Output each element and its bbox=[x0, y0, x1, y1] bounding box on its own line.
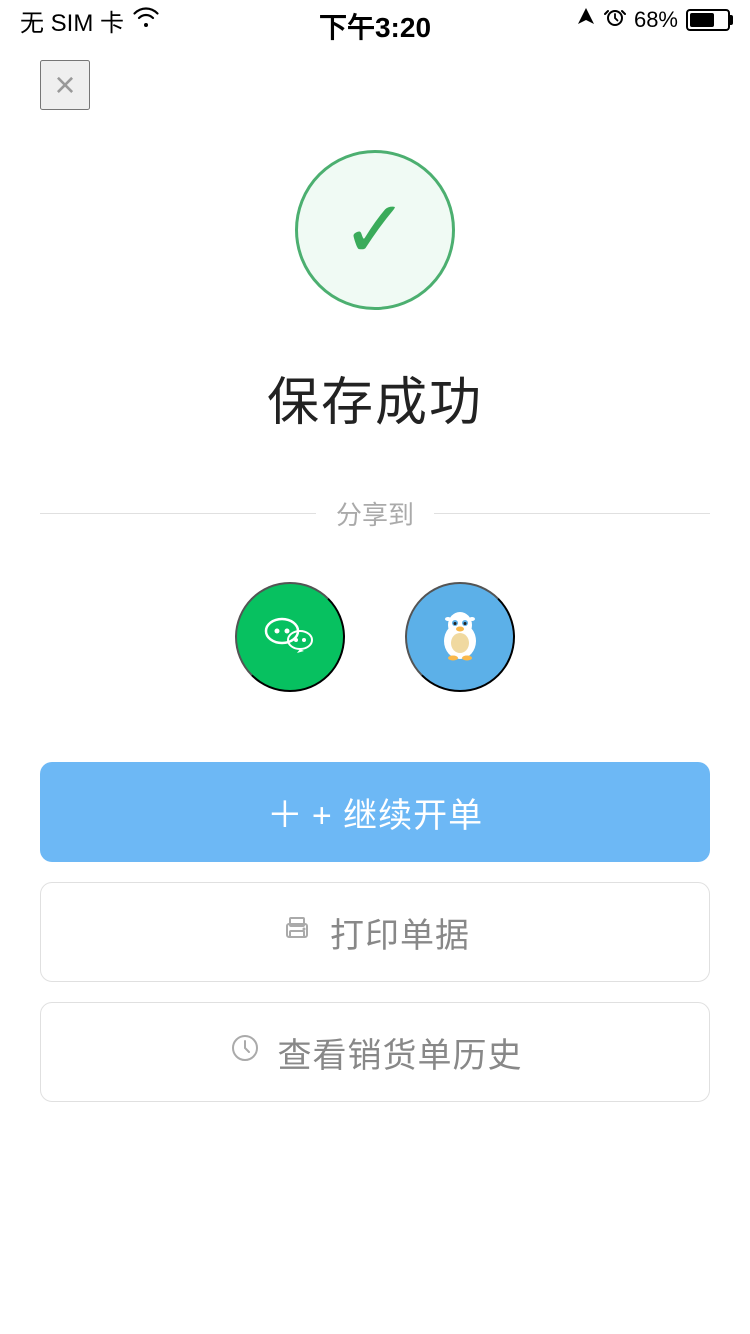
status-left: 无 SIM 卡 bbox=[20, 3, 160, 38]
plus-icon: ＋ bbox=[267, 786, 304, 838]
divider-line-right bbox=[434, 513, 710, 514]
print-label: 打印单据 bbox=[330, 908, 470, 957]
status-right: 68% bbox=[576, 6, 730, 34]
status-time: 下午3:20 bbox=[319, 6, 431, 46]
location-icon bbox=[576, 6, 596, 34]
success-circle: ✓ bbox=[295, 150, 455, 310]
alarm-icon bbox=[604, 6, 626, 34]
qq-share-button[interactable] bbox=[405, 582, 515, 692]
main-content: × ✓ 保存成功 分享到 bbox=[0, 40, 750, 1142]
battery-icon bbox=[686, 9, 730, 31]
history-button[interactable]: 查看销货单历史 bbox=[40, 1002, 710, 1102]
close-button[interactable]: × bbox=[40, 60, 90, 110]
wifi-icon bbox=[132, 6, 160, 35]
share-label: 分享到 bbox=[336, 495, 414, 532]
checkmark-icon: ✓ bbox=[341, 190, 408, 270]
close-icon: × bbox=[54, 67, 75, 103]
wechat-icon bbox=[258, 605, 322, 669]
battery-percent: 68% bbox=[634, 7, 678, 33]
share-icons bbox=[235, 582, 515, 692]
status-bar: 无 SIM 卡 下午3:20 68% bbox=[0, 0, 750, 40]
qq-icon bbox=[428, 605, 492, 669]
share-divider: 分享到 bbox=[40, 495, 710, 532]
no-sim-label: 无 SIM 卡 bbox=[20, 3, 124, 38]
wechat-share-button[interactable] bbox=[235, 582, 345, 692]
print-icon bbox=[280, 911, 314, 954]
action-buttons: ＋ + 继续开单 打印单据 查看销货单历史 bbox=[40, 762, 710, 1102]
history-label: 查看销货单历史 bbox=[278, 1028, 523, 1077]
continue-order-button[interactable]: ＋ + 继续开单 bbox=[40, 762, 710, 862]
history-icon bbox=[228, 1031, 262, 1074]
success-title: 保存成功 bbox=[267, 360, 483, 435]
print-button[interactable]: 打印单据 bbox=[40, 882, 710, 982]
divider-line-left bbox=[40, 513, 316, 514]
continue-order-label: + 继续开单 bbox=[312, 788, 483, 837]
